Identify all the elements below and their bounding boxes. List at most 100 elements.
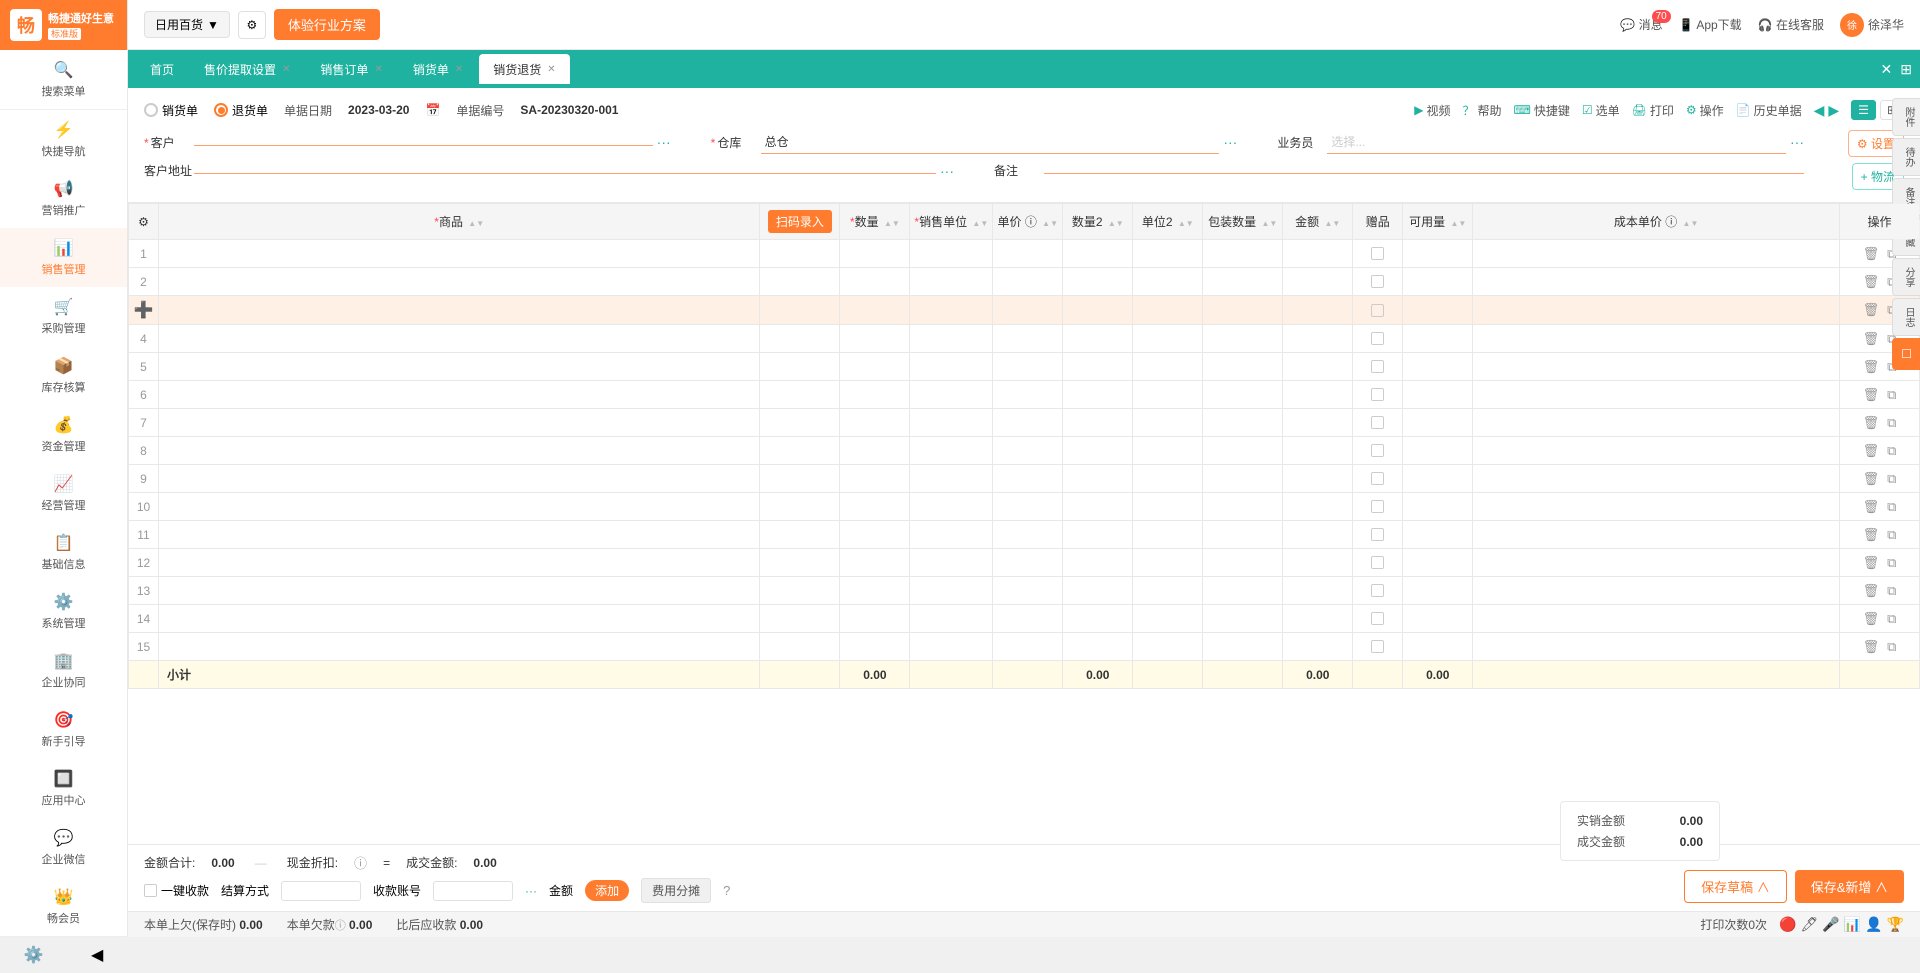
cost-cell[interactable] bbox=[1473, 577, 1840, 605]
save-draft-btn[interactable]: 保存草稿 ∧ bbox=[1684, 870, 1787, 903]
qty-cell[interactable] bbox=[840, 240, 910, 268]
qty2-cell[interactable] bbox=[1063, 381, 1133, 409]
note-input[interactable] bbox=[1044, 167, 1804, 174]
cost-cell[interactable] bbox=[1473, 521, 1840, 549]
save-new-btn[interactable]: 保存&新增 ∧ bbox=[1795, 870, 1904, 903]
unit-cell[interactable] bbox=[910, 296, 993, 325]
barcode-cell[interactable] bbox=[760, 521, 840, 549]
unit-cell[interactable] bbox=[910, 409, 993, 437]
barcode-cell[interactable] bbox=[760, 240, 840, 268]
barcode-cell[interactable] bbox=[760, 268, 840, 296]
user-avatar[interactable]: 徐 徐泽华 bbox=[1840, 13, 1904, 37]
staff-more-btn[interactable]: ··· bbox=[1790, 134, 1804, 150]
amount-cell[interactable] bbox=[1283, 549, 1353, 577]
unit-cell[interactable] bbox=[910, 605, 993, 633]
right-panel-attachment[interactable]: 附件 bbox=[1892, 98, 1920, 136]
sidebar-item-marketing[interactable]: 📢 营销推广 bbox=[0, 169, 127, 228]
pkg-cell[interactable] bbox=[1203, 549, 1283, 577]
qty2-cell[interactable] bbox=[1063, 493, 1133, 521]
gift-checkbox[interactable] bbox=[1371, 332, 1384, 345]
sidebar-item-base[interactable]: 📋 基础信息 bbox=[0, 523, 127, 582]
unit-cell[interactable] bbox=[910, 633, 993, 661]
pkg-cell[interactable] bbox=[1203, 409, 1283, 437]
unit-cell[interactable] bbox=[910, 381, 993, 409]
cost-cell[interactable] bbox=[1473, 381, 1840, 409]
sort-amount-icon[interactable]: ▲▼ bbox=[1325, 220, 1341, 228]
available-cell[interactable] bbox=[1403, 577, 1473, 605]
cost-cell[interactable] bbox=[1473, 549, 1840, 577]
available-cell[interactable] bbox=[1403, 465, 1473, 493]
barcode-cell[interactable] bbox=[760, 605, 840, 633]
qty2-cell[interactable] bbox=[1063, 521, 1133, 549]
gift-checkbox[interactable] bbox=[1371, 500, 1384, 513]
amount-cell[interactable] bbox=[1283, 605, 1353, 633]
calendar-icon[interactable]: 📅 bbox=[425, 103, 440, 117]
history-btn[interactable]: 📄 历史单据 bbox=[1736, 102, 1802, 119]
gift-cell[interactable] bbox=[1353, 605, 1403, 633]
price-cell[interactable] bbox=[993, 521, 1063, 549]
sort-cost-icon[interactable]: ▲▼ bbox=[1683, 220, 1699, 228]
qty2-cell[interactable] bbox=[1063, 465, 1133, 493]
qty2-cell[interactable] bbox=[1063, 268, 1133, 296]
unit2-cell[interactable] bbox=[1133, 296, 1203, 325]
warehouse-more-btn[interactable]: ··· bbox=[1223, 134, 1237, 150]
gift-checkbox[interactable] bbox=[1371, 247, 1384, 260]
sidebar-item-inventory[interactable]: 📦 库存核算 bbox=[0, 346, 127, 405]
sidebar-settings-btn[interactable]: ⚙️ bbox=[24, 945, 44, 965]
pkg-cell[interactable] bbox=[1203, 465, 1283, 493]
product-cell[interactable] bbox=[159, 465, 760, 493]
amount-cell[interactable] bbox=[1283, 465, 1353, 493]
delete-row-icon[interactable]: 🗑 bbox=[1863, 359, 1880, 375]
qty-cell[interactable] bbox=[840, 465, 910, 493]
gift-checkbox[interactable] bbox=[1371, 528, 1384, 541]
amount-cell[interactable] bbox=[1283, 240, 1353, 268]
tab-close-sale-order[interactable]: ✕ bbox=[374, 64, 382, 75]
right-panel-active-btn[interactable]: ☐ bbox=[1892, 338, 1920, 370]
barcode-cell[interactable] bbox=[760, 296, 840, 325]
qty-cell[interactable] bbox=[840, 605, 910, 633]
cost-cell[interactable] bbox=[1473, 633, 1840, 661]
list-view-btn[interactable]: ☰ bbox=[1851, 100, 1876, 120]
sidebar-item-sales[interactable]: 📊 销售管理 bbox=[0, 228, 127, 287]
product-cell[interactable] bbox=[159, 353, 760, 381]
delete-row-icon[interactable]: 🗑 bbox=[1863, 583, 1880, 599]
gift-checkbox[interactable] bbox=[1371, 612, 1384, 625]
qty-cell[interactable] bbox=[840, 577, 910, 605]
delete-row-icon[interactable]: 🗑 bbox=[1863, 415, 1880, 431]
unit2-cell[interactable] bbox=[1133, 437, 1203, 465]
unit2-cell[interactable] bbox=[1133, 465, 1203, 493]
qty-cell[interactable] bbox=[840, 325, 910, 353]
fenpai-btn[interactable]: 费用分摊 bbox=[641, 878, 711, 903]
gift-cell[interactable] bbox=[1353, 633, 1403, 661]
pkg-cell[interactable] bbox=[1203, 577, 1283, 605]
gift-checkbox[interactable] bbox=[1371, 472, 1384, 485]
sidebar-item-finance[interactable]: 💰 资金管理 bbox=[0, 405, 127, 464]
gift-cell[interactable] bbox=[1353, 465, 1403, 493]
gift-checkbox[interactable] bbox=[1371, 584, 1384, 597]
unit2-cell[interactable] bbox=[1133, 633, 1203, 661]
delete-row-icon[interactable]: 🗑 bbox=[1863, 639, 1880, 655]
prev-record-btn[interactable]: ◀ bbox=[1814, 102, 1825, 119]
pkg-cell[interactable] bbox=[1203, 268, 1283, 296]
product-cell[interactable] bbox=[159, 633, 760, 661]
product-cell[interactable] bbox=[159, 240, 760, 268]
unit-cell[interactable] bbox=[910, 240, 993, 268]
gift-checkbox[interactable] bbox=[1371, 416, 1384, 429]
price-cell[interactable] bbox=[993, 353, 1063, 381]
qty-cell[interactable] bbox=[840, 268, 910, 296]
sidebar-collapse-btn[interactable]: ◀ bbox=[91, 945, 103, 965]
barcode-cell[interactable] bbox=[760, 577, 840, 605]
barcode-cell[interactable] bbox=[760, 325, 840, 353]
available-cell[interactable] bbox=[1403, 521, 1473, 549]
pkg-cell[interactable] bbox=[1203, 437, 1283, 465]
ellipsis-btn[interactable]: ··· bbox=[525, 884, 537, 898]
app-download-btn[interactable]: 📱 App下载 bbox=[1679, 16, 1742, 33]
qty2-cell[interactable] bbox=[1063, 353, 1133, 381]
product-cell[interactable] bbox=[159, 409, 760, 437]
available-cell[interactable] bbox=[1403, 353, 1473, 381]
col-settings[interactable]: ⚙ bbox=[129, 204, 159, 240]
qty2-cell[interactable] bbox=[1063, 549, 1133, 577]
qty2-cell[interactable] bbox=[1063, 296, 1133, 325]
barcode-cell[interactable] bbox=[760, 493, 840, 521]
unit-cell[interactable] bbox=[910, 521, 993, 549]
